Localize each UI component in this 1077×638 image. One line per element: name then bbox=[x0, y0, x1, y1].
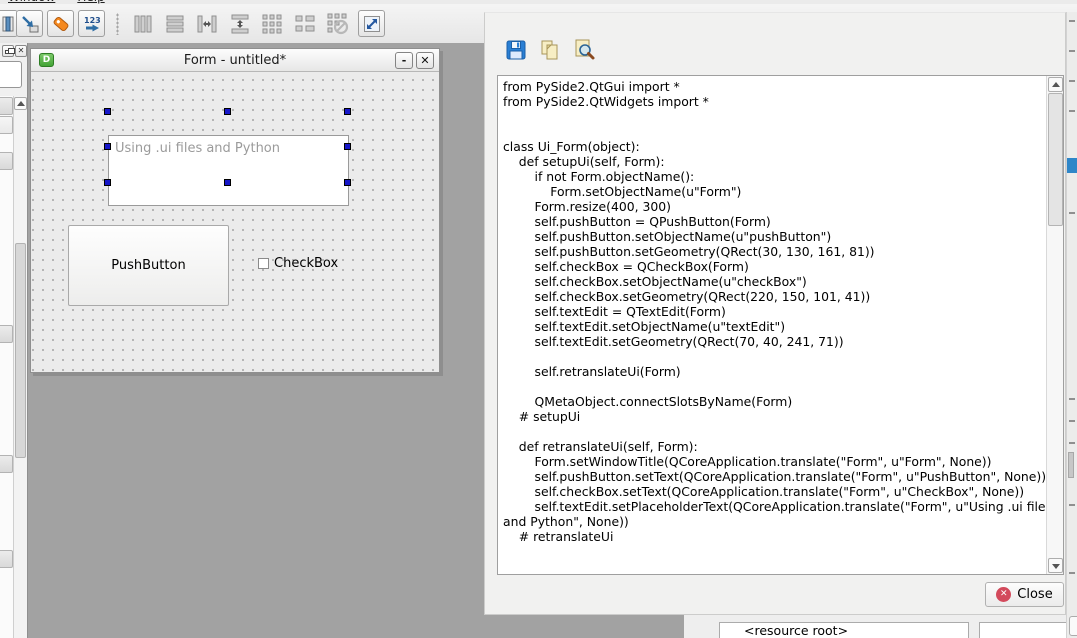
toolbar-button-edit-signals-slots[interactable] bbox=[16, 10, 43, 37]
widget-filter-input[interactable] bbox=[0, 61, 22, 88]
split-vertical-icon bbox=[230, 14, 250, 34]
minimize-button[interactable]: - bbox=[395, 52, 413, 69]
toolbar-button-layout-vertical[interactable] bbox=[161, 10, 188, 37]
mdi-area bbox=[484, 615, 684, 638]
menu-help[interactable]: Help bbox=[77, 0, 104, 4]
widget-category-item[interactable] bbox=[0, 152, 13, 170]
widget-box-panel: ✕ bbox=[0, 43, 28, 638]
widget-box-list bbox=[0, 96, 13, 638]
close-window-button[interactable]: ✕ bbox=[416, 52, 434, 69]
checkbox-indicator[interactable] bbox=[258, 258, 269, 269]
qt-designer-application: Window Help bbox=[0, 0, 1077, 638]
find-button[interactable] bbox=[571, 37, 597, 63]
selection-handle-top-middle[interactable] bbox=[224, 108, 231, 115]
toolbar-separator bbox=[116, 13, 119, 35]
selected-row-sliver bbox=[1067, 158, 1077, 173]
toolbar-button-layout-form[interactable] bbox=[291, 10, 318, 37]
selection-handle-middle-left[interactable] bbox=[104, 143, 111, 150]
save-icon bbox=[505, 39, 527, 61]
code-preview-dialog: from PySide2.QtGui import * from PySide2… bbox=[484, 12, 1066, 615]
save-button[interactable] bbox=[503, 37, 529, 63]
menu-window[interactable]: Window bbox=[8, 0, 55, 4]
close-dialog-button[interactable]: ✕ Close bbox=[985, 582, 1064, 607]
form-designer-window: D Form - untitled* - ✕ Using .ui files a… bbox=[30, 48, 440, 373]
textedit-widget[interactable]: Using .ui files and Python bbox=[108, 135, 349, 206]
resource-root-item[interactable]: <resource root> bbox=[744, 623, 848, 638]
selection-handle-middle-right[interactable] bbox=[344, 143, 351, 150]
close-button-label: Close bbox=[1017, 587, 1052, 602]
close-circle-icon: ✕ bbox=[996, 587, 1011, 602]
button-sliver[interactable] bbox=[1069, 616, 1077, 636]
scrollbar-thumb[interactable] bbox=[1068, 452, 1074, 478]
edit-widgets-icon bbox=[0, 14, 15, 34]
selection-handle-top-left[interactable] bbox=[104, 108, 111, 115]
toolbar-button-layout-horizontal[interactable] bbox=[129, 10, 156, 37]
menu-bar: Window Help bbox=[0, 0, 1077, 4]
generated-python-code: from PySide2.QtGui import * from PySide2… bbox=[498, 76, 1063, 544]
svg-text:123: 123 bbox=[84, 16, 101, 25]
toolbar-button-split-horizontal[interactable] bbox=[193, 10, 220, 37]
edit-buddies-icon bbox=[51, 14, 71, 34]
toolbar-button-edit-buddies[interactable] bbox=[47, 10, 74, 37]
toolbar-button-break-layout[interactable] bbox=[324, 10, 351, 37]
toolbar-button-split-vertical[interactable] bbox=[226, 10, 253, 37]
widget-category-item[interactable] bbox=[0, 116, 13, 134]
checkbox-label: CheckBox bbox=[274, 256, 338, 271]
resource-browser-dock: <resource root> bbox=[684, 615, 1066, 638]
resource-tree-panel[interactable]: <resource root> bbox=[719, 622, 969, 638]
scrollbar-thumb[interactable] bbox=[1048, 93, 1063, 226]
split-horizontal-icon bbox=[197, 14, 217, 34]
pushbutton-widget[interactable]: PushButton bbox=[68, 225, 229, 306]
toolbar-button-adjust-size[interactable] bbox=[358, 10, 385, 37]
scroll-up-icon[interactable] bbox=[14, 97, 27, 110]
edit-tab-order-icon: 123 bbox=[82, 14, 102, 34]
toolbar-button-edit-tab-order[interactable]: 123 bbox=[78, 10, 105, 37]
find-icon bbox=[572, 38, 596, 62]
toolbar-button-layout-grid[interactable] bbox=[258, 10, 285, 37]
resource-detail-panel[interactable] bbox=[979, 622, 1067, 638]
form-canvas[interactable]: Using .ui files and Python PushButton Ch… bbox=[32, 72, 438, 371]
panel-float-button[interactable] bbox=[2, 45, 14, 57]
layout-horizontal-icon bbox=[133, 14, 153, 34]
scroll-down-icon[interactable] bbox=[1048, 558, 1063, 573]
selection-handle-bottom-middle[interactable] bbox=[224, 179, 231, 186]
break-layout-icon bbox=[327, 13, 349, 35]
adjust-size-icon bbox=[362, 14, 382, 34]
widget-category-item[interactable] bbox=[0, 325, 13, 343]
copy-icon bbox=[539, 39, 561, 61]
code-scrollbar[interactable] bbox=[1046, 76, 1063, 574]
scrollbar-thumb[interactable] bbox=[15, 243, 26, 458]
layout-form-icon bbox=[295, 14, 315, 34]
widget-category-item[interactable] bbox=[0, 550, 13, 568]
selection-handle-bottom-left[interactable] bbox=[104, 179, 111, 186]
float-panel-icon bbox=[5, 50, 10, 54]
designer-form-icon: D bbox=[39, 53, 54, 67]
widget-category-item[interactable] bbox=[0, 97, 13, 115]
panel-close-button[interactable]: ✕ bbox=[15, 45, 27, 57]
right-edge-panel bbox=[1066, 12, 1077, 638]
layout-grid-icon bbox=[262, 14, 282, 34]
form-window-titlebar[interactable]: D Form - untitled* - ✕ bbox=[31, 49, 439, 72]
edit-signals-slots-icon bbox=[20, 14, 40, 34]
layout-vertical-icon bbox=[165, 14, 185, 34]
widget-category-item[interactable] bbox=[0, 455, 13, 473]
selection-handle-bottom-right[interactable] bbox=[344, 179, 351, 186]
copy-button[interactable] bbox=[537, 37, 563, 63]
form-window-title: Form - untitled* bbox=[31, 53, 439, 68]
widget-box-scrollbar[interactable] bbox=[13, 96, 27, 638]
scroll-up-icon[interactable] bbox=[1048, 77, 1063, 92]
generated-code-textarea[interactable]: from PySide2.QtGui import * from PySide2… bbox=[497, 75, 1064, 575]
selection-handle-top-right[interactable] bbox=[344, 108, 351, 115]
checkbox-widget[interactable]: CheckBox bbox=[258, 256, 338, 271]
